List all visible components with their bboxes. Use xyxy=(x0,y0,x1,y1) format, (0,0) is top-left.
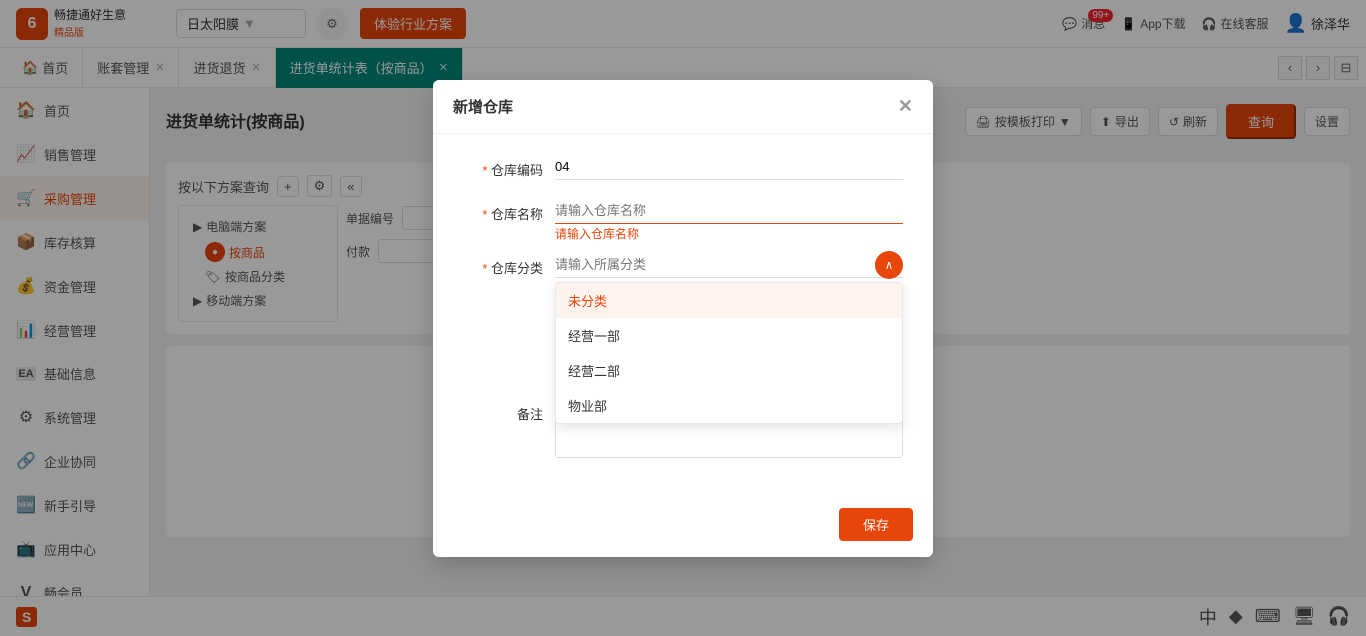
category-dropdown-button[interactable]: ∧ xyxy=(875,251,903,279)
dialog-header: 新增仓库 ✕ xyxy=(433,80,933,134)
save-button[interactable]: 保存 xyxy=(839,508,913,541)
dialog-body: 仓库编码 仓库名称 请输入仓库名称 仓库分类 ∧ 未分类 经营一部 xyxy=(433,134,933,496)
dropdown-item-uncategorized[interactable]: 未分类 xyxy=(556,283,902,318)
name-input[interactable] xyxy=(555,198,903,224)
dropdown-item-dept1[interactable]: 经营一部 xyxy=(556,318,902,353)
dialog-footer: 保存 xyxy=(433,496,933,557)
dropdown-item-dept3[interactable]: 物业部 xyxy=(556,388,902,423)
category-input[interactable] xyxy=(555,252,903,278)
form-row-category: 仓库分类 ∧ 未分类 经营一部 经营二部 物业部 xyxy=(463,252,903,278)
name-label: 仓库名称 xyxy=(463,198,543,223)
name-error-msg: 请输入仓库名称 xyxy=(555,225,639,242)
new-warehouse-dialog: 新增仓库 ✕ 仓库编码 仓库名称 请输入仓库名称 仓库分类 ∧ xyxy=(433,80,933,557)
code-input[interactable] xyxy=(555,154,903,180)
form-row-name: 仓库名称 请输入仓库名称 xyxy=(463,198,903,224)
form-row-code: 仓库编码 xyxy=(463,154,903,180)
code-label: 仓库编码 xyxy=(463,154,543,179)
category-select-wrap: ∧ 未分类 经营一部 经营二部 物业部 xyxy=(555,252,903,278)
dialog-title: 新增仓库 xyxy=(453,96,513,117)
dialog-close-button[interactable]: ✕ xyxy=(898,96,913,117)
dialog-overlay: 新增仓库 ✕ 仓库编码 仓库名称 请输入仓库名称 仓库分类 ∧ xyxy=(0,0,1366,636)
category-dropdown-list: 未分类 经营一部 经营二部 物业部 xyxy=(555,282,903,424)
remark-label: 备注 xyxy=(463,398,543,423)
dropdown-item-dept2[interactable]: 经营二部 xyxy=(556,353,902,388)
category-label: 仓库分类 xyxy=(463,252,543,277)
